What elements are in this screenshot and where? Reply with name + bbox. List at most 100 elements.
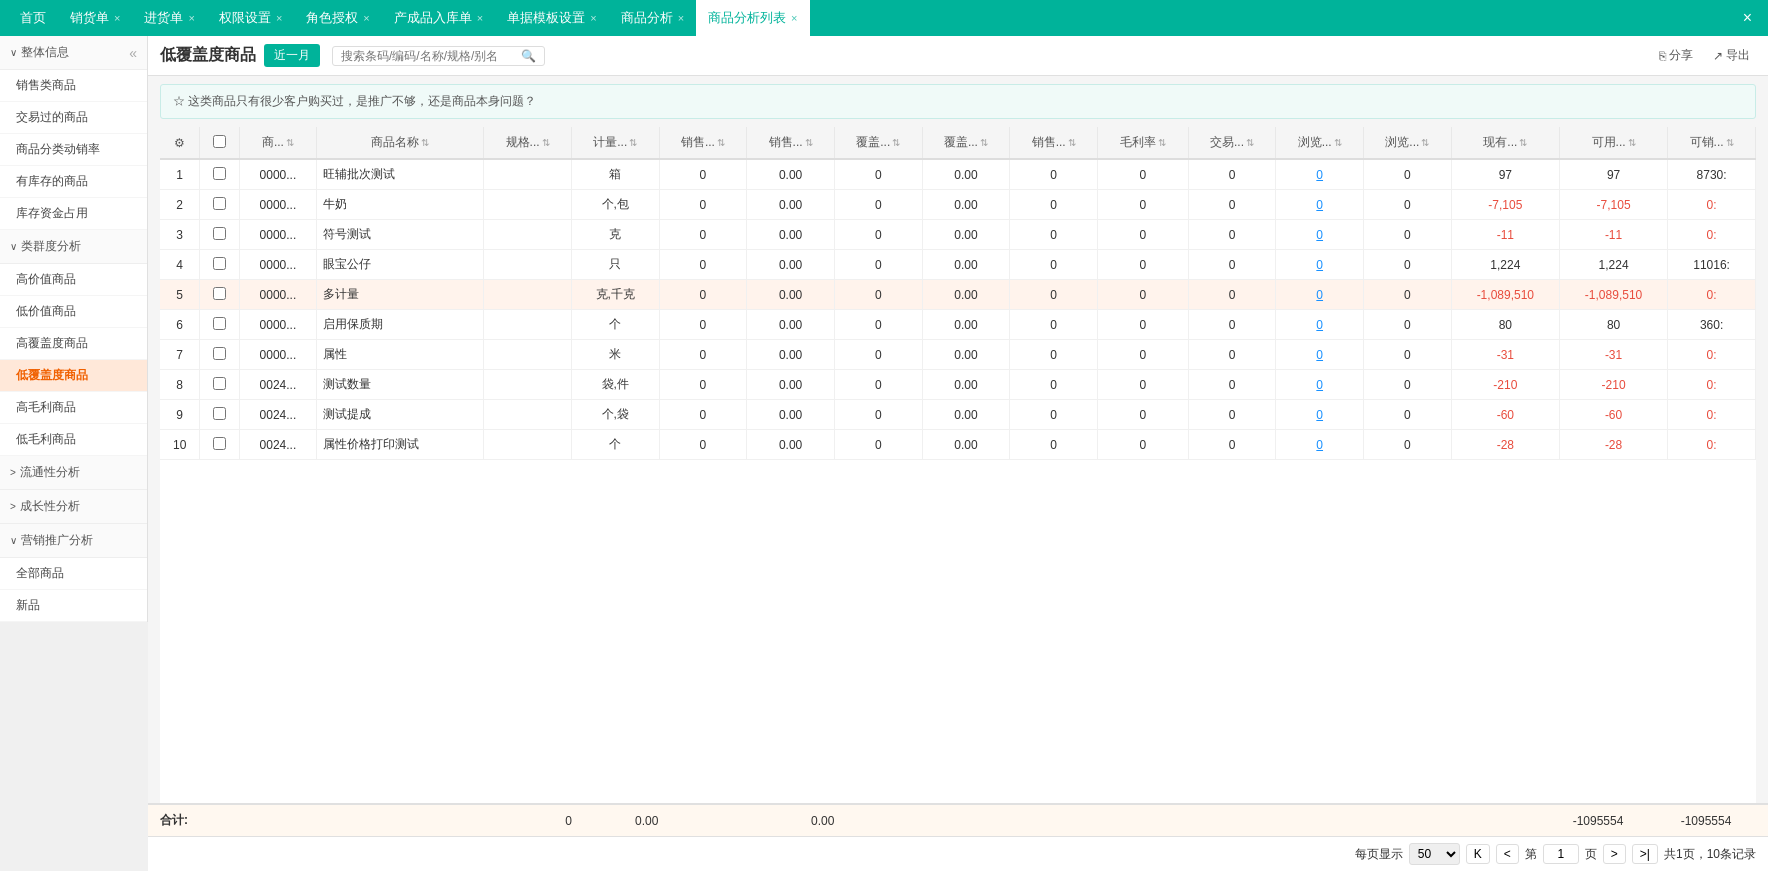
row-browse1[interactable]: 0 — [1276, 400, 1364, 430]
next-page-button[interactable]: > — [1603, 844, 1626, 864]
search-icon[interactable]: 🔍 — [521, 49, 536, 63]
column-browse2: 浏览...⇅ — [1364, 127, 1452, 159]
close-icon[interactable]: × — [678, 12, 684, 24]
row-sales-amt: 0.00 — [747, 159, 835, 190]
nav-tab-analysis[interactable]: 商品分析 × — [609, 0, 696, 36]
row-select-checkbox[interactable] — [213, 257, 226, 270]
sidebar-wrapper: ∨ 整体信息 « 销售类商品 交易过的商品 商品分类动销率 有库存的商品 库存资… — [0, 36, 148, 871]
row-checkbox[interactable] — [200, 400, 240, 430]
row-gross-rate: 0 — [1097, 340, 1188, 370]
row-checkbox[interactable] — [200, 280, 240, 310]
row-checkbox[interactable] — [200, 370, 240, 400]
table-row: 2 0000... 牛奶 个,包 0 0.00 0 0.00 0 0 0 0 0… — [160, 190, 1756, 220]
row-browse1[interactable]: 0 — [1276, 310, 1364, 340]
sidebar-item-traded-goods[interactable]: 交易过的商品 — [0, 102, 147, 134]
row-select-checkbox[interactable] — [213, 407, 226, 420]
last-page-button[interactable]: >| — [1632, 844, 1658, 864]
close-icon[interactable]: × — [276, 12, 282, 24]
close-icon[interactable]: × — [114, 12, 120, 24]
row-checkbox[interactable] — [200, 190, 240, 220]
row-spec — [484, 370, 572, 400]
row-browse1[interactable]: 0 — [1276, 430, 1364, 460]
select-all-checkbox[interactable] — [213, 135, 226, 148]
row-checkbox[interactable] — [200, 220, 240, 250]
table-row: 3 0000... 符号测试 克 0 0.00 0 0.00 0 0 0 0 0… — [160, 220, 1756, 250]
row-select-checkbox[interactable] — [213, 377, 226, 390]
sidebar-section-cluster[interactable]: ∨ 类群度分析 — [0, 230, 147, 264]
sidebar-item-high-value[interactable]: 高价值商品 — [0, 264, 147, 296]
column-cover-num: 覆盖...⇅ — [834, 127, 922, 159]
row-browse1[interactable]: 0 — [1276, 370, 1364, 400]
row-select-checkbox[interactable] — [213, 347, 226, 360]
row-checkbox[interactable] — [200, 430, 240, 460]
close-icon[interactable]: × — [791, 12, 797, 24]
sidebar-item-sales-goods[interactable]: 销售类商品 — [0, 70, 147, 102]
column-settings[interactable]: ⚙ — [160, 127, 200, 159]
row-checkbox[interactable] — [200, 340, 240, 370]
close-icon[interactable]: × — [590, 12, 596, 24]
row-sales-qty: 0 — [659, 159, 747, 190]
row-browse1[interactable]: 0 — [1276, 159, 1364, 190]
column-spec: 规格...⇅ — [484, 127, 572, 159]
sidebar-collapse-btn[interactable]: « — [129, 45, 137, 61]
page-number-input[interactable] — [1543, 844, 1579, 864]
sidebar-section-circulation[interactable]: > 流通性分析 — [0, 456, 147, 490]
close-icon[interactable]: × — [363, 12, 369, 24]
nav-tab-template[interactable]: 单据模板设置 × — [495, 0, 608, 36]
search-input[interactable] — [341, 49, 521, 63]
page-size-select[interactable]: 50 100 200 — [1409, 843, 1460, 865]
sidebar-item-high-gross[interactable]: 高毛利商品 — [0, 392, 147, 424]
row-checkbox[interactable] — [200, 310, 240, 340]
sidebar-item-low-coverage[interactable]: 低覆盖度商品 — [0, 360, 147, 392]
export-button[interactable]: ↗ 导出 — [1707, 44, 1756, 67]
page-input-label: 第 — [1525, 846, 1537, 863]
row-no: 1 — [160, 159, 200, 190]
row-checkbox[interactable] — [200, 250, 240, 280]
row-browse1[interactable]: 0 — [1276, 280, 1364, 310]
nav-tab-roles[interactable]: 角色授权 × — [294, 0, 381, 36]
sidebar-section-growth[interactable]: > 成长性分析 — [0, 490, 147, 524]
row-cover-pct: 0.00 — [922, 430, 1010, 460]
close-icon[interactable]: × — [188, 12, 194, 24]
sidebar-item-low-gross[interactable]: 低毛利商品 — [0, 424, 147, 456]
close-all-button[interactable]: × — [1735, 9, 1760, 27]
sidebar-item-stocked-goods[interactable]: 有库存的商品 — [0, 166, 147, 198]
row-select-checkbox[interactable] — [213, 317, 226, 330]
nav-tab-home[interactable]: 首页 — [8, 0, 58, 36]
row-browse1[interactable]: 0 — [1276, 190, 1364, 220]
row-select-checkbox[interactable] — [213, 287, 226, 300]
prev-page-button[interactable]: < — [1496, 844, 1519, 864]
row-browse2: 0 — [1364, 250, 1452, 280]
row-browse1[interactable]: 0 — [1276, 340, 1364, 370]
nav-tab-permissions[interactable]: 权限设置 × — [207, 0, 294, 36]
row-cover-pct: 0.00 — [922, 250, 1010, 280]
nav-tab-analysis-list[interactable]: 商品分析列表 × — [696, 0, 809, 36]
column-sales-qty: 销售...⇅ — [659, 127, 747, 159]
sidebar-item-all-goods[interactable]: 全部商品 — [0, 558, 147, 590]
sidebar-item-new-goods[interactable]: 新品 — [0, 590, 147, 622]
row-current-stock: -31 — [1451, 340, 1559, 370]
row-select-checkbox[interactable] — [213, 227, 226, 240]
sidebar-section-marketing[interactable]: ∨ 营销推广分析 — [0, 524, 147, 558]
row-sales-qty: 0 — [659, 310, 747, 340]
share-button[interactable]: ⎘ 分享 — [1653, 44, 1699, 67]
sidebar-item-high-coverage[interactable]: 高覆盖度商品 — [0, 328, 147, 360]
sidebar-item-stock-capital[interactable]: 库存资金占用 — [0, 198, 147, 230]
row-gross-rate: 0 — [1097, 430, 1188, 460]
sidebar-item-low-value[interactable]: 低价值商品 — [0, 296, 147, 328]
sidebar-section-overall[interactable]: ∨ 整体信息 « — [0, 36, 147, 70]
sidebar-item-category-rate[interactable]: 商品分类动销率 — [0, 134, 147, 166]
row-cover-num: 0 — [834, 250, 922, 280]
row-browse1[interactable]: 0 — [1276, 250, 1364, 280]
row-select-checkbox[interactable] — [213, 437, 226, 450]
close-icon[interactable]: × — [477, 12, 483, 24]
row-checkbox[interactable] — [200, 159, 240, 190]
nav-tab-sales[interactable]: 销货单 × — [58, 0, 132, 36]
row-select-checkbox[interactable] — [213, 197, 226, 210]
row-browse1[interactable]: 0 — [1276, 220, 1364, 250]
first-page-button[interactable]: K — [1466, 844, 1490, 864]
time-filter-button[interactable]: 近一月 — [264, 44, 320, 67]
nav-tab-purchase[interactable]: 进货单 × — [132, 0, 206, 36]
row-select-checkbox[interactable] — [213, 167, 226, 180]
nav-tab-products[interactable]: 产成品入库单 × — [382, 0, 495, 36]
